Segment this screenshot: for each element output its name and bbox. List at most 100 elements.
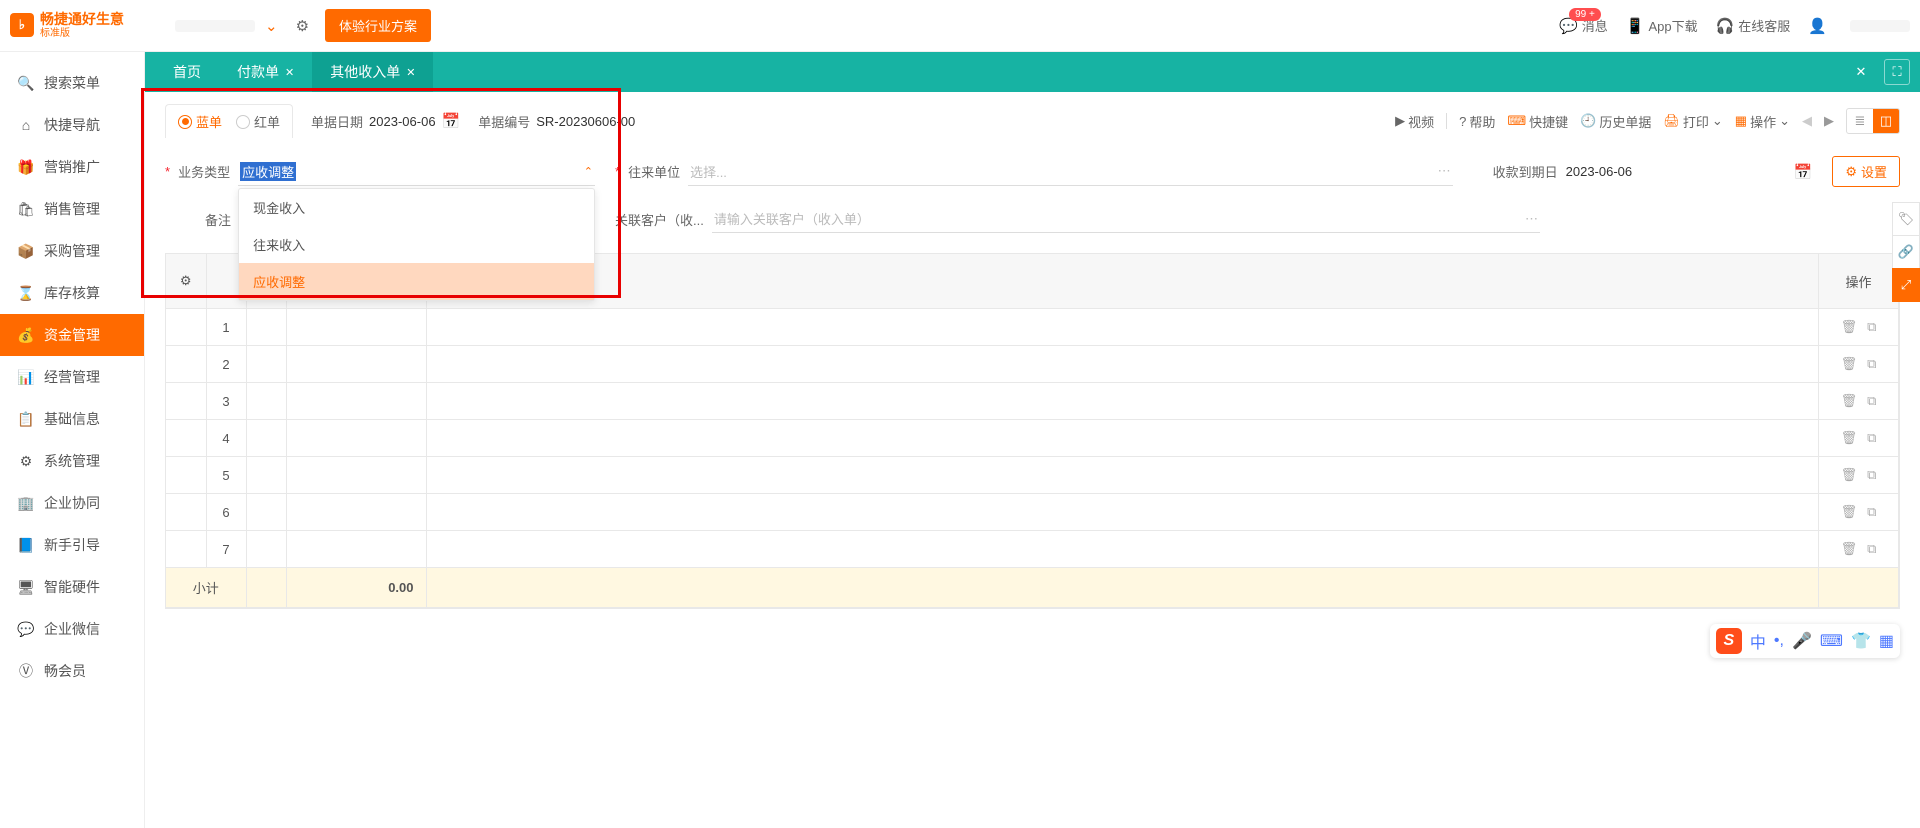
sidebar-item-4[interactable]: 📦采购管理	[0, 230, 144, 272]
shortcut-button[interactable]: ⌨快捷键	[1507, 112, 1568, 131]
history-button[interactable]: 🕘历史单据	[1580, 112, 1651, 131]
print-button[interactable]: 🖨打印⌄	[1663, 112, 1722, 131]
copy-icon[interactable]: ⧉	[1867, 467, 1876, 483]
list-view-icon[interactable]: ≣	[1847, 109, 1873, 133]
expand-icon[interactable]: ⤢	[1892, 268, 1920, 302]
radio-blue[interactable]: 蓝单	[178, 112, 222, 131]
sidebar-label: 营销推广	[44, 157, 100, 177]
content-area: 首页付款单✕其他收入单✕ ✕ ⛶ 蓝单 红单	[145, 52, 1920, 828]
copy-icon[interactable]: ⧉	[1867, 393, 1876, 409]
ime-punct-icon[interactable]: •,	[1774, 632, 1784, 650]
video-button[interactable]: ▶视频	[1395, 112, 1434, 131]
industry-solution-button[interactable]: 体验行业方案	[325, 9, 431, 42]
table-row[interactable]: 5 🗑⧉	[166, 457, 1899, 494]
ime-lang[interactable]: 中	[1750, 629, 1766, 653]
tab-2[interactable]: 其他收入单✕	[312, 52, 433, 92]
prev-icon[interactable]: ◀	[1802, 113, 1812, 129]
copy-icon[interactable]: ⧉	[1867, 319, 1876, 335]
messages-button[interactable]: 99 + 💬 消息	[1559, 16, 1608, 35]
column-settings-icon[interactable]: ⚙	[166, 254, 206, 309]
sidebar-item-6[interactable]: 💰资金管理	[0, 314, 144, 356]
copy-icon[interactable]: ⧉	[1867, 504, 1876, 520]
table-row[interactable]: 7 🗑⧉	[166, 531, 1899, 568]
sidebar-item-8[interactable]: 📋基础信息	[0, 398, 144, 440]
sidebar-item-13[interactable]: 💬企业微信	[0, 608, 144, 650]
user-name[interactable]	[1850, 20, 1910, 32]
card-view-icon[interactable]: ◫	[1873, 109, 1899, 133]
unit-label: 往来单位	[628, 162, 680, 181]
calendar-icon[interactable]: 📅	[442, 112, 461, 130]
duedate-value[interactable]: 2023-06-06	[1566, 164, 1786, 179]
calendar-icon[interactable]: 📅	[1794, 163, 1813, 181]
link-icon[interactable]: 🔗	[1892, 235, 1920, 269]
sidebar-icon: 🏢	[18, 495, 34, 511]
next-icon[interactable]: ▶	[1824, 113, 1834, 129]
dropdown-item-0[interactable]: 现金收入	[239, 189, 594, 226]
more-icon[interactable]: ⋯	[1438, 163, 1451, 179]
ime-toolbar: S 中 •, 🎤 ⌨ 👕 ▦	[1710, 624, 1900, 658]
sidebar-item-0[interactable]: 🔍搜索菜单	[0, 62, 144, 104]
operate-button[interactable]: ▦操作⌄	[1735, 112, 1790, 131]
help-button[interactable]: ?帮助	[1459, 112, 1495, 131]
ime-keyboard-icon[interactable]: ⌨	[1820, 631, 1843, 651]
copy-icon[interactable]: ⧉	[1867, 356, 1876, 372]
customer-select[interactable]: 请输入关联客户（收入单） ⋯	[712, 205, 1540, 233]
table-row[interactable]: 1 🗑⧉	[166, 309, 1899, 346]
chevron-down-icon: ⌄	[1779, 113, 1790, 129]
copy-icon[interactable]: ⧉	[1867, 541, 1876, 557]
sidebar-item-3[interactable]: 🛍销售管理	[0, 188, 144, 230]
biztype-select[interactable]: 应收调整 ⌃ 现金收入往来收入应收调整	[238, 158, 595, 186]
company-selector[interactable]	[175, 20, 255, 32]
user-avatar-icon[interactable]: 👤	[1808, 17, 1827, 35]
delete-icon[interactable]: 🗑	[1841, 393, 1858, 409]
close-icon[interactable]: ✕	[406, 66, 415, 79]
app-download-button[interactable]: 📱 App下载	[1626, 16, 1698, 35]
dropdown-item-2[interactable]: 应收调整	[239, 263, 594, 300]
table-row[interactable]: 2 🗑⧉	[166, 346, 1899, 383]
chevron-down-icon[interactable]: ⌄	[265, 17, 278, 35]
sidebar-item-7[interactable]: 📊经营管理	[0, 356, 144, 398]
doc-number: 单据编号 SR-20230606-00	[478, 112, 635, 131]
support-button[interactable]: 🎧 在线客服	[1716, 16, 1791, 35]
delete-icon[interactable]: 🗑	[1841, 467, 1858, 483]
tab-close-all-icon[interactable]: ✕	[1848, 59, 1874, 85]
delete-icon[interactable]: 🗑	[1841, 319, 1858, 335]
sidebar-item-2[interactable]: 🎁营销推广	[0, 146, 144, 188]
chevron-down-icon: ⌄	[1712, 113, 1723, 129]
sidebar-item-14[interactable]: Ⓥ畅会员	[0, 650, 144, 692]
delete-icon[interactable]: 🗑	[1841, 430, 1858, 446]
more-icon[interactable]: ⋯	[1525, 211, 1538, 227]
delete-icon[interactable]: 🗑	[1841, 356, 1858, 372]
tab-0[interactable]: 首页	[155, 52, 219, 92]
sidebar-item-10[interactable]: 🏢企业协同	[0, 482, 144, 524]
keyboard-icon: ⌨	[1507, 113, 1526, 129]
sidebar-label: 采购管理	[44, 241, 100, 261]
sidebar-item-11[interactable]: 📘新手引导	[0, 524, 144, 566]
close-icon[interactable]: ✕	[285, 66, 294, 79]
fullscreen-icon[interactable]: ⛶	[1884, 59, 1910, 85]
doc-type-radio-group: 蓝单 红单	[165, 104, 293, 138]
attachment-icon[interactable]: 🏷	[1892, 202, 1920, 236]
sidebar-item-9[interactable]: ⚙系统管理	[0, 440, 144, 482]
delete-icon[interactable]: 🗑	[1841, 504, 1858, 520]
table-row[interactable]: 6 🗑⧉	[166, 494, 1899, 531]
table-row[interactable]: 4 🗑⧉	[166, 420, 1899, 457]
sidebar-item-12[interactable]: 🖥智能硬件	[0, 566, 144, 608]
ime-logo-icon[interactable]: S	[1716, 628, 1742, 654]
unit-select[interactable]: 选择... ⋯	[688, 158, 1453, 186]
copy-icon[interactable]: ⧉	[1867, 430, 1876, 446]
doc-date-value[interactable]: 2023-06-06	[369, 114, 436, 129]
ime-mic-icon[interactable]: 🎤	[1792, 631, 1812, 651]
ime-grid-icon[interactable]: ▦	[1879, 631, 1894, 651]
gear-icon[interactable]: ⚙	[296, 17, 309, 35]
radio-red[interactable]: 红单	[236, 112, 280, 131]
sidebar-label: 系统管理	[44, 451, 100, 471]
sidebar-item-1[interactable]: ⌂快捷导航	[0, 104, 144, 146]
table-row[interactable]: 3 🗑⧉	[166, 383, 1899, 420]
delete-icon[interactable]: 🗑	[1841, 541, 1858, 557]
tab-1[interactable]: 付款单✕	[219, 52, 312, 92]
ime-skin-icon[interactable]: 👕	[1851, 631, 1871, 651]
sidebar-item-5[interactable]: ⌛库存核算	[0, 272, 144, 314]
settings-button[interactable]: ⚙ 设置	[1832, 156, 1900, 187]
dropdown-item-1[interactable]: 往来收入	[239, 226, 594, 263]
